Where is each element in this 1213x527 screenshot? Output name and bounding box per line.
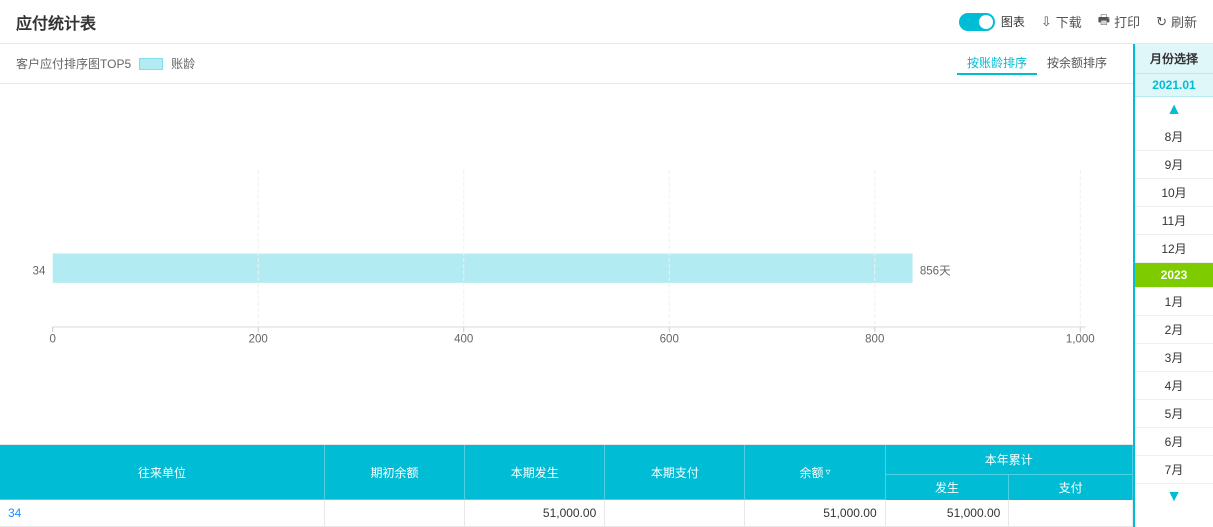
col-header-benqi-zhifu: 本期支付 xyxy=(605,445,745,500)
sidebar-up-button[interactable]: ▲ xyxy=(1135,97,1213,123)
bar-chart: 34 856天 0 200 400 600 xyxy=(16,92,1117,436)
print-button[interactable]: 🖶 打印 xyxy=(1098,11,1140,33)
svg-text:1,000: 1,000 xyxy=(1066,334,1095,346)
legend-box xyxy=(139,58,163,70)
zaili-link[interactable]: 34 xyxy=(8,506,21,520)
col-header-yue: 余额 ▿ xyxy=(745,445,885,500)
sidebar-month-1[interactable]: 1月 xyxy=(1135,288,1213,316)
page-title: 应付统计表 xyxy=(16,10,96,34)
sidebar-year[interactable]: 2021.01 xyxy=(1135,74,1213,97)
sidebar-down-button[interactable]: ▼ xyxy=(1135,484,1213,510)
sort-by-balance-button[interactable]: 按余额排序 xyxy=(1037,52,1117,75)
nianlei-main-label: 本年累计 xyxy=(886,445,1132,475)
y-label: 34 xyxy=(33,265,46,277)
month-selector-sidebar: 月份选择 2021.01 ▲ 8月 9月 10月 11月 12月 2023 1月… xyxy=(1133,44,1213,527)
sidebar-year-marker-2023: 2023 xyxy=(1135,263,1213,288)
data-table: 往来单位 期初余额 本期发生 本期支付 余额 ▿ 本年累计 发生 支付 xyxy=(0,444,1133,527)
sidebar-month-4[interactable]: 4月 xyxy=(1135,372,1213,400)
sidebar-month-10[interactable]: 10月 xyxy=(1135,179,1213,207)
header: 应付统计表 图表 ⇩ 下载 🖶 打印 ↻ 刷新 xyxy=(0,0,1213,44)
chart-section: 客户应付排序图TOP5 账龄 按账龄排序 按余额排序 34 xyxy=(0,44,1133,527)
svg-text:800: 800 xyxy=(865,334,884,346)
sort-icon: ▿ xyxy=(826,467,831,478)
nianlei-sub-headers: 发生 支付 xyxy=(886,475,1132,500)
col-header-qichu: 期初余额 xyxy=(325,445,465,500)
print-icon: 🖶 xyxy=(1098,11,1110,33)
download-icon: ⇩ xyxy=(1041,14,1052,30)
main-area: 客户应付排序图TOP5 账龄 按账龄排序 按余额排序 34 xyxy=(0,44,1213,527)
nianlei-zhifu-label: 支付 xyxy=(1009,475,1132,500)
sort-by-amount-button[interactable]: 按账龄排序 xyxy=(957,52,1037,75)
cell-zaili: 34 xyxy=(0,500,325,526)
sidebar-month-11[interactable]: 11月 xyxy=(1135,207,1213,235)
svg-text:200: 200 xyxy=(249,334,268,346)
sidebar-month-2[interactable]: 2月 xyxy=(1135,316,1213,344)
cell-nianlei-zhifu xyxy=(1009,500,1132,526)
chart-top-bar: 客户应付排序图TOP5 账龄 按账龄排序 按余额排序 xyxy=(0,44,1133,84)
svg-text:0: 0 xyxy=(49,334,55,346)
legend-label: 客户应付排序图TOP5 xyxy=(16,55,131,72)
col-header-zaili: 往来单位 xyxy=(0,445,325,500)
col-header-nianlei: 本年累计 发生 支付 xyxy=(886,445,1133,500)
chart-toggle[interactable] xyxy=(959,13,995,31)
sidebar-month-9[interactable]: 9月 xyxy=(1135,151,1213,179)
chart-bar xyxy=(53,254,913,283)
svg-text:600: 600 xyxy=(660,334,679,346)
sidebar-month-5[interactable]: 5月 xyxy=(1135,400,1213,428)
cell-nianlei-fashen: 51,000.00 xyxy=(886,500,1010,526)
chart-legend: 客户应付排序图TOP5 账龄 xyxy=(16,55,195,72)
toggle-label: 图表 xyxy=(1001,13,1025,30)
chart-area: 34 856天 0 200 400 600 xyxy=(0,84,1133,444)
col-header-benqi-fashen: 本期发生 xyxy=(465,445,605,500)
table-header: 往来单位 期初余额 本期发生 本期支付 余额 ▿ 本年累计 发生 支付 xyxy=(0,445,1133,500)
svg-text:400: 400 xyxy=(454,334,473,346)
refresh-button[interactable]: ↻ 刷新 xyxy=(1156,12,1197,31)
cell-benqi-fashen: 51,000.00 xyxy=(465,500,605,526)
refresh-icon: ↻ xyxy=(1156,14,1167,30)
sort-buttons: 按账龄排序 按余额排序 xyxy=(957,52,1117,75)
cell-qichu xyxy=(325,500,465,526)
nianlei-fashen-label: 发生 xyxy=(886,475,1010,500)
bar-end-label: 856天 xyxy=(920,265,951,277)
header-actions: 图表 ⇩ 下载 🖶 打印 ↻ 刷新 xyxy=(959,11,1197,33)
sidebar-month-8[interactable]: 8月 xyxy=(1135,123,1213,151)
sidebar-month-3[interactable]: 3月 xyxy=(1135,344,1213,372)
sidebar-month-12[interactable]: 12月 xyxy=(1135,235,1213,263)
legend-box-label: 账龄 xyxy=(171,55,195,72)
cell-nianlei: 51,000.00 xyxy=(886,500,1133,526)
cell-benqi-zhifu xyxy=(605,500,745,526)
cell-yue: 51,000.00 xyxy=(745,500,885,526)
sidebar-month-6[interactable]: 6月 xyxy=(1135,428,1213,456)
chart-toggle-wrap: 图表 xyxy=(959,13,1025,31)
download-button[interactable]: ⇩ 下载 xyxy=(1041,12,1082,31)
sidebar-month-7[interactable]: 7月 xyxy=(1135,456,1213,484)
table-row: 34 51,000.00 51,000.00 51,000.00 xyxy=(0,500,1133,527)
sidebar-title: 月份选择 xyxy=(1135,44,1213,74)
